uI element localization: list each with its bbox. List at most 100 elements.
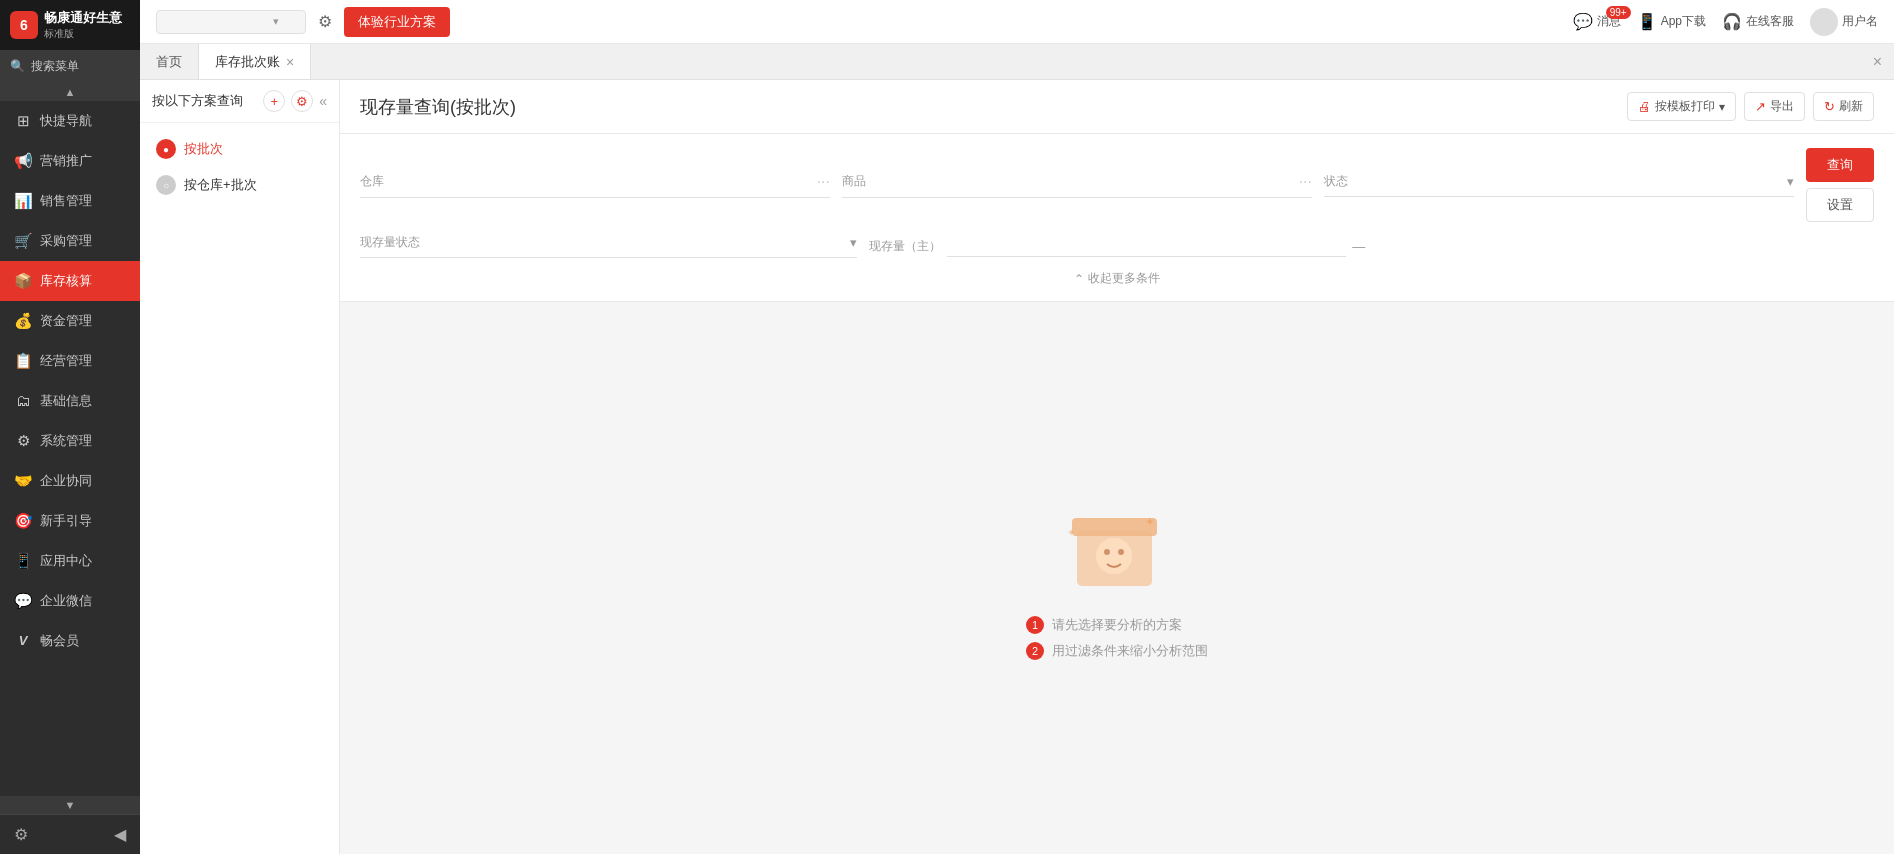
collapse-filter-btn[interactable]: ⌃ 收起更多条件 <box>360 270 1874 287</box>
search-menu-label: 搜索菜单 <box>31 58 79 75</box>
sidebar-item-label: 新手引导 <box>40 512 92 530</box>
sidebar-item-marketing[interactable]: 📢 营销推广 <box>0 141 140 181</box>
search-menu[interactable]: 🔍 搜索菜单 <box>0 50 140 83</box>
sidebar-footer: ⚙ ◀ <box>0 814 140 854</box>
sidebar-item-newbie[interactable]: 🎯 新手引导 <box>0 501 140 541</box>
topbar-search-box[interactable]: ▾ <box>156 10 306 34</box>
sidebar-item-purchase[interactable]: 🛒 采购管理 <box>0 221 140 261</box>
sidebar-header: 6 畅康通好生意 标准版 <box>0 0 140 50</box>
system-icon: ⚙ <box>14 432 32 450</box>
filter-row-2: 现存量状态 ▾ 现存量（主） — <box>360 234 1874 258</box>
app-download-label: App下载 <box>1661 13 1706 30</box>
sidebar-item-app-center[interactable]: 📱 应用中心 <box>0 541 140 581</box>
collapse-panel-icon[interactable]: « <box>319 93 327 109</box>
filter-row-1: 仓库 ··· 商品 ··· 状态 ▾ 查询 <box>360 148 1874 222</box>
tab-panel-close[interactable]: × <box>1861 53 1894 71</box>
user-item[interactable]: 用户名 <box>1810 8 1878 36</box>
plan-icon-active: ● <box>156 139 176 159</box>
status-dropdown-icon[interactable]: ▾ <box>1787 174 1794 189</box>
enterprise-icon: 🤝 <box>14 472 32 490</box>
search-dropdown-icon[interactable]: ▾ <box>273 15 279 28</box>
left-panel: 按以下方案查询 + ⚙ « ● 按批次 ○ 按仓库+批次 <box>140 80 340 854</box>
empty-state: ✦ ✦ 1 请先选择要分析的方案 2 用过滤条件来缩小分析范围 <box>340 302 1894 854</box>
warehouse-input[interactable] <box>392 175 817 189</box>
sidebar-item-quick-nav[interactable]: ⊞ 快捷导航 <box>0 101 140 141</box>
message-icon: 💬 <box>1573 12 1593 31</box>
settings-icon[interactable]: ⚙ <box>14 825 28 844</box>
range-dash: — <box>1352 239 1365 254</box>
stock-status-dropdown-icon[interactable]: ▾ <box>850 235 857 250</box>
trial-button[interactable]: 体验行业方案 <box>344 7 450 37</box>
tab-close-icon[interactable]: × <box>286 54 294 70</box>
topbar: ▾ ⚙ 体验行业方案 💬 消息 99+ 📱 App下载 🎧 在线客服 用户名 <box>140 0 1894 44</box>
sidebar-item-wechat[interactable]: 💬 企业微信 <box>0 581 140 621</box>
company-name: 畅康通好生意 <box>44 10 122 27</box>
svg-point-3 <box>1104 549 1110 555</box>
online-service-item[interactable]: 🎧 在线客服 <box>1722 12 1794 31</box>
main-area: ▾ ⚙ 体验行业方案 💬 消息 99+ 📱 App下载 🎧 在线客服 用户名 <box>140 0 1894 854</box>
topbar-search-input[interactable] <box>167 15 267 29</box>
product-input[interactable] <box>874 175 1299 189</box>
sidebar-item-business[interactable]: 📋 经营管理 <box>0 341 140 381</box>
tab-home-label: 首页 <box>156 53 182 71</box>
print-button[interactable]: 🖨 按模板打印 ▾ <box>1627 92 1736 121</box>
edition-label: 标准版 <box>44 27 122 40</box>
export-button[interactable]: ↗ 导出 <box>1744 92 1805 121</box>
sidebar-item-label: 快捷导航 <box>40 112 92 130</box>
right-panel: 现存量查询(按批次) 🖨 按模板打印 ▾ ↗ 导出 ↻ 刷新 <box>340 80 1894 854</box>
sidebar-item-basic[interactable]: 🗂 基础信息 <box>0 381 140 421</box>
hint-text-2: 用过滤条件来缩小分析范围 <box>1052 642 1208 660</box>
left-panel-title: 按以下方案查询 <box>152 92 243 110</box>
collapse-sidebar-icon[interactable]: ◀ <box>114 825 126 844</box>
warehouse-more-icon[interactable]: ··· <box>817 173 830 191</box>
plan-settings-button[interactable]: ⚙ <box>291 90 313 112</box>
sidebar-item-sales[interactable]: 📊 销售管理 <box>0 181 140 221</box>
stock-qty-field: 现存量（主） — <box>869 236 1366 257</box>
app-download-item[interactable]: 📱 App下载 <box>1637 12 1706 31</box>
user-name: 用户名 <box>1842 13 1878 30</box>
scroll-up-btn[interactable]: ▲ <box>0 83 140 101</box>
marketing-icon: 📢 <box>14 152 32 170</box>
topbar-gear-button[interactable]: ⚙ <box>314 8 336 35</box>
add-plan-button[interactable]: + <box>263 90 285 112</box>
stock-status-field: 现存量状态 ▾ <box>360 234 857 258</box>
plan-item-by-warehouse-batch[interactable]: ○ 按仓库+批次 <box>140 167 339 203</box>
messages-item[interactable]: 💬 消息 99+ <box>1573 12 1621 31</box>
status-input[interactable] <box>1356 175 1787 189</box>
export-icon: ↗ <box>1755 99 1766 114</box>
sidebar-item-label: 采购管理 <box>40 232 92 250</box>
sidebar-item-finance[interactable]: 💰 资金管理 <box>0 301 140 341</box>
inventory-icon: 📦 <box>14 272 32 290</box>
online-service-label: 在线客服 <box>1746 13 1794 30</box>
page-title: 现存量查询(按批次) <box>360 95 516 119</box>
query-button[interactable]: 查询 <box>1806 148 1874 182</box>
stock-qty-min-input[interactable] <box>947 236 1347 257</box>
quick-nav-icon: ⊞ <box>14 112 32 130</box>
svg-text:✦: ✦ <box>1067 527 1075 538</box>
export-label: 导出 <box>1770 98 1794 115</box>
stock-status-input[interactable] <box>428 236 850 250</box>
warehouse-field: 仓库 ··· <box>360 173 830 198</box>
stock-status-label: 现存量状态 <box>360 234 420 251</box>
refresh-button[interactable]: ↻ 刷新 <box>1813 92 1874 121</box>
sidebar-item-enterprise[interactable]: 🤝 企业协同 <box>0 461 140 501</box>
member-icon: V <box>14 633 32 648</box>
content-area: 按以下方案查询 + ⚙ « ● 按批次 ○ 按仓库+批次 <box>140 80 1894 854</box>
empty-hint-1: 1 请先选择要分析的方案 <box>1026 616 1208 634</box>
filter-area: 仓库 ··· 商品 ··· 状态 ▾ 查询 <box>340 134 1894 302</box>
print-icon: 🖨 <box>1638 99 1651 114</box>
business-icon: 📋 <box>14 352 32 370</box>
tab-inventory-batch[interactable]: 库存批次账 × <box>199 44 311 79</box>
sidebar-item-member[interactable]: V 畅会员 <box>0 621 140 661</box>
sidebar-item-inventory[interactable]: 📦 库存核算 <box>0 261 140 301</box>
plan-item-by-batch[interactable]: ● 按批次 <box>140 131 339 167</box>
sidebar-item-label: 销售管理 <box>40 192 92 210</box>
tab-home[interactable]: 首页 <box>140 44 199 79</box>
product-more-icon[interactable]: ··· <box>1299 173 1312 191</box>
scroll-down-btn[interactable]: ▼ <box>0 796 140 814</box>
plan-item-label: 按仓库+批次 <box>184 176 257 194</box>
print-dropdown-icon[interactable]: ▾ <box>1719 100 1725 114</box>
sidebar-item-system[interactable]: ⚙ 系统管理 <box>0 421 140 461</box>
settings-button[interactable]: 设置 <box>1806 188 1874 222</box>
page-header: 现存量查询(按批次) 🖨 按模板打印 ▾ ↗ 导出 ↻ 刷新 <box>340 80 1894 134</box>
